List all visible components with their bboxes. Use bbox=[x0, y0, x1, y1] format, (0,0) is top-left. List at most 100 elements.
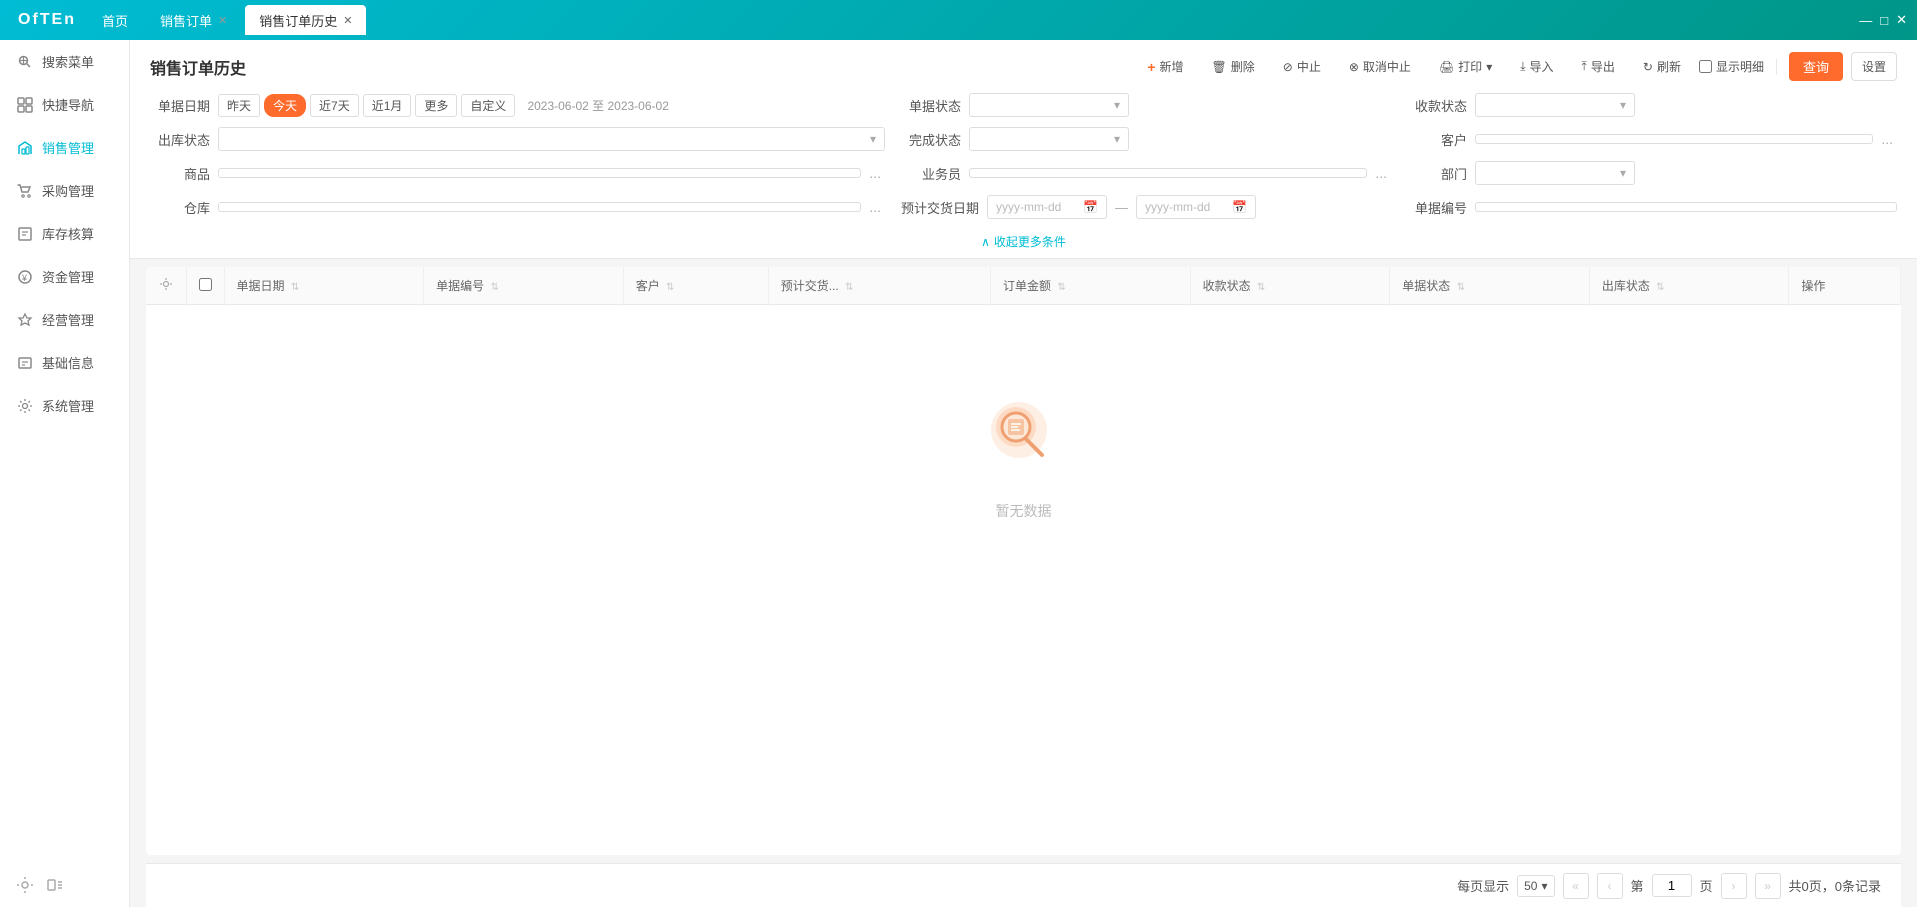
sidebar-item-capital-mgmt[interactable]: ¥ 资金管理 bbox=[0, 255, 129, 298]
minimize-button[interactable]: — bbox=[1859, 13, 1872, 28]
sidebar-settings-icon[interactable] bbox=[16, 876, 34, 897]
maximize-button[interactable]: □ bbox=[1880, 13, 1888, 28]
date-quick-btns: 昨天 今天 近7天 近1月 更多 自定义 bbox=[218, 94, 515, 117]
complete-status-select[interactable]: ▾ bbox=[969, 127, 1129, 151]
tab-sales-order-history-close[interactable]: ✕ bbox=[343, 14, 352, 27]
add-button[interactable]: + 新增 bbox=[1137, 53, 1193, 80]
filter-product: 商品 ... bbox=[150, 164, 885, 183]
date-7days-btn[interactable]: 近7天 bbox=[310, 94, 359, 117]
tab-sales-order[interactable]: 销售订单 ✕ bbox=[146, 5, 241, 35]
collapse-up-icon: ∧ bbox=[981, 235, 990, 249]
display-detail-checkbox[interactable] bbox=[1699, 60, 1712, 73]
customer-ellipsis-btn[interactable]: ... bbox=[1877, 131, 1897, 147]
first-page-btn[interactable]: « bbox=[1563, 873, 1589, 899]
th-checkbox[interactable] bbox=[186, 267, 224, 305]
th-order-status: 单据状态 ⇅ bbox=[1390, 267, 1590, 305]
sidebar-item-purchase-mgmt[interactable]: 采购管理 bbox=[0, 169, 129, 212]
expected-delivery-label: 预计交货日期 bbox=[901, 198, 979, 217]
sidebar-item-sales-mgmt[interactable]: 销售管理 bbox=[0, 126, 129, 169]
tab-sales-order-history[interactable]: 销售订单历史 ✕ bbox=[245, 5, 366, 35]
th-payment-status: 收款状态 ⇅ bbox=[1190, 267, 1390, 305]
th-gear[interactable] bbox=[146, 267, 186, 305]
department-select[interactable]: ▾ bbox=[1475, 161, 1635, 185]
product-input[interactable] bbox=[218, 168, 861, 178]
search-menu-icon bbox=[16, 53, 34, 71]
settings-button[interactable]: 设置 bbox=[1851, 52, 1897, 81]
collapse-more-btn[interactable]: ∧ 收起更多条件 bbox=[150, 229, 1897, 254]
product-ellipsis-btn[interactable]: ... bbox=[865, 165, 885, 181]
tab-sales-order-close[interactable]: ✕ bbox=[218, 14, 227, 27]
delivery-date-from[interactable]: yyyy-mm-dd 📅 bbox=[987, 195, 1107, 219]
warehouse-input[interactable] bbox=[218, 202, 861, 212]
stop-button[interactable]: ⊘ 中止 bbox=[1273, 53, 1331, 80]
refresh-button[interactable]: ↻ 刷新 bbox=[1633, 53, 1691, 80]
toolbar-divider bbox=[1776, 59, 1777, 75]
delete-button[interactable]: 🗑 删除 bbox=[1202, 53, 1265, 80]
salesperson-ellipsis-btn[interactable]: ... bbox=[1371, 165, 1391, 181]
empty-text: 暂无数据 bbox=[996, 501, 1052, 521]
import-button[interactable]: ⤓ 导入 bbox=[1510, 53, 1563, 80]
warehouse-status-arrow: ▾ bbox=[870, 132, 876, 146]
sort-customer-icon[interactable]: ⇅ bbox=[666, 282, 674, 293]
date-more-btn[interactable]: 更多 bbox=[415, 94, 457, 117]
sort-date-icon[interactable]: ⇅ bbox=[291, 282, 299, 293]
tab-home[interactable]: 首页 bbox=[88, 5, 142, 35]
salesperson-control: ... bbox=[969, 165, 1391, 181]
delivery-date-from-placeholder: yyyy-mm-dd bbox=[996, 200, 1061, 214]
delivery-date-to-placeholder: yyyy-mm-dd bbox=[1145, 200, 1210, 214]
salesperson-input[interactable] bbox=[969, 168, 1367, 178]
customer-label: 客户 bbox=[1407, 130, 1467, 149]
page-number-input[interactable] bbox=[1652, 874, 1692, 897]
sort-order-status-icon[interactable]: ⇅ bbox=[1457, 282, 1465, 293]
export-button[interactable]: ⤒ 导出 bbox=[1572, 53, 1625, 80]
page-size-select[interactable]: 50 ▾ bbox=[1517, 875, 1554, 897]
tab-sales-order-label: 销售订单 bbox=[160, 11, 212, 30]
warehouse-status-select[interactable]: ▾ bbox=[218, 127, 885, 151]
sidebar-item-system-mgmt[interactable]: 系统管理 bbox=[0, 384, 129, 427]
page-size-value: 50 bbox=[1524, 879, 1537, 893]
display-detail-checkbox-label[interactable]: 显示明细 bbox=[1699, 58, 1764, 75]
page-size-label: 每页显示 bbox=[1457, 876, 1509, 895]
sidebar-item-quick-nav[interactable]: 快捷导航 bbox=[0, 83, 129, 126]
sidebar-item-operation-mgmt[interactable]: 经营管理 bbox=[0, 298, 129, 341]
select-all-checkbox[interactable] bbox=[199, 278, 212, 291]
next-page-btn[interactable]: › bbox=[1721, 873, 1747, 899]
calendar-to-icon: 📅 bbox=[1232, 200, 1247, 214]
date-today-btn[interactable]: 今天 bbox=[264, 94, 306, 117]
delivery-date-to[interactable]: yyyy-mm-dd 📅 bbox=[1136, 195, 1256, 219]
tab-sales-order-history-label: 销售订单历史 bbox=[259, 11, 337, 30]
pagination-bar: 每页显示 50 ▾ « ‹ 第 页 › » 共0页，0条记录 bbox=[146, 863, 1901, 907]
inventory-check-icon bbox=[16, 225, 34, 243]
sidebar-collapse-icon[interactable] bbox=[46, 876, 64, 897]
sidebar-label-basic-info: 基础信息 bbox=[42, 353, 94, 372]
sidebar-item-basic-info[interactable]: 基础信息 bbox=[0, 341, 129, 384]
cancel-stop-button[interactable]: ⊗ 取消中止 bbox=[1339, 53, 1421, 80]
close-window-button[interactable]: ✕ bbox=[1896, 12, 1907, 28]
th-warehouse-status: 出库状态 ⇅ bbox=[1589, 267, 1789, 305]
date-1month-btn[interactable]: 近1月 bbox=[363, 94, 412, 117]
query-button[interactable]: 查询 bbox=[1789, 52, 1843, 81]
date-yesterday-btn[interactable]: 昨天 bbox=[218, 94, 260, 117]
prev-page-btn[interactable]: ‹ bbox=[1597, 873, 1623, 899]
date-custom-btn[interactable]: 自定义 bbox=[461, 94, 515, 117]
order-number-input[interactable] bbox=[1475, 202, 1897, 212]
sidebar-item-search-menu[interactable]: 搜索菜单 bbox=[0, 40, 129, 83]
import-icon: ⤓ bbox=[1520, 59, 1525, 74]
last-page-btn[interactable]: » bbox=[1755, 873, 1781, 899]
salesperson-label: 业务员 bbox=[901, 164, 961, 183]
customer-input[interactable] bbox=[1475, 134, 1873, 144]
stop-icon: ⊘ bbox=[1283, 60, 1293, 74]
sidebar-label-purchase-mgmt: 采购管理 bbox=[42, 181, 94, 200]
sidebar-item-inventory-check[interactable]: 库存核算 bbox=[0, 212, 129, 255]
sort-amount-icon[interactable]: ⇅ bbox=[1057, 282, 1065, 293]
sort-warehouse-icon[interactable]: ⇅ bbox=[1656, 282, 1664, 293]
sort-delivery-icon[interactable]: ⇅ bbox=[845, 282, 853, 293]
payment-status-select[interactable]: ▾ bbox=[1475, 93, 1635, 117]
order-status-select[interactable]: ▾ bbox=[969, 93, 1129, 117]
sort-payment-icon[interactable]: ⇅ bbox=[1257, 282, 1265, 293]
sort-number-icon[interactable]: ⇅ bbox=[490, 282, 498, 293]
warehouse-status-label: 出库状态 bbox=[150, 130, 210, 149]
filter-order-number: 单据编号 bbox=[1407, 198, 1897, 217]
warehouse-ellipsis-btn[interactable]: ... bbox=[865, 199, 885, 215]
print-button[interactable]: 🖨 打印 ▾ bbox=[1429, 53, 1502, 80]
